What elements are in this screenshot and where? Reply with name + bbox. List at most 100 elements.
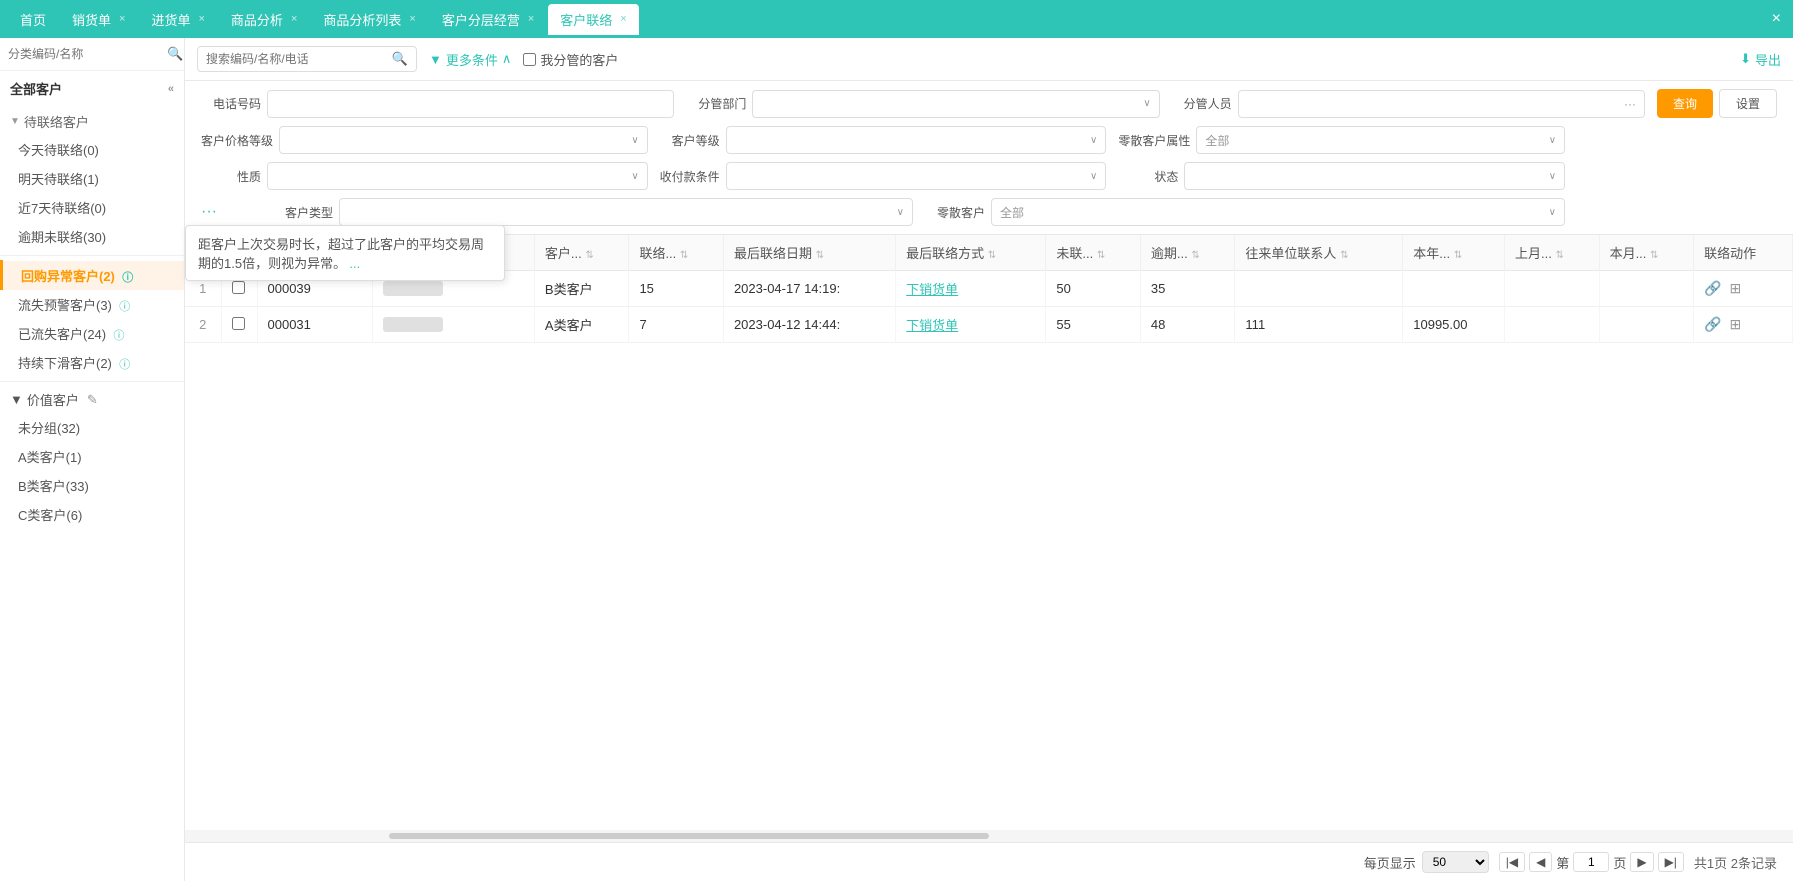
sidebar-item-declining[interactable]: 持续下滑客户(2) ⓘ [0,348,184,377]
sidebar-collapse-icon[interactable]: « [168,83,174,95]
info-icon-repurchase[interactable]: ⓘ [122,272,133,284]
h-scrollbar[interactable] [185,830,1793,842]
more-filter-btn[interactable]: ▼ 更多条件 ∧ [429,50,511,69]
filter-arrow-icon: ∧ [502,51,512,67]
sidebar-all-customers[interactable]: 全部客户 « [0,71,184,106]
search-icon[interactable]: 🔍 [392,51,408,67]
filter-payment-select[interactable]: ∨ [726,162,1107,190]
col-header-last-month[interactable]: 上月... ⇅ [1505,235,1600,271]
nav-goods-list[interactable]: 商品分析列表 × [311,4,427,35]
row2-uncontacted: 55 [1046,307,1141,343]
sidebar-group-value[interactable]: ▼ 价值客户 ✎ [0,386,184,413]
my-customer-checkbox[interactable] [523,53,536,66]
row1-select-checkbox[interactable] [232,281,245,294]
filter-nature-label: 性质 [201,168,261,185]
filter-person-select[interactable]: ··· [1238,90,1645,118]
filter-nature-select[interactable]: ∨ [267,162,648,190]
scatter-customer-arrow-icon: ∨ [1549,207,1556,218]
filter-status-select[interactable]: ∨ [1184,162,1565,190]
sidebar-item-tomorrow[interactable]: 明天待联络(1) [0,164,184,193]
filter-price-tier-select[interactable]: ∨ [279,126,648,154]
row1-this-month [1599,271,1694,307]
sidebar-item-today[interactable]: 今天待联络(0) [0,135,184,164]
sidebar-item-b-class[interactable]: B类客户(33) [0,471,184,500]
export-btn[interactable]: ⬇ 导出 [1740,50,1781,69]
row2-link-icon[interactable]: 🔗 [1704,316,1721,333]
search-bar: 🔍 ▼ 更多条件 ∧ 我分管的客户 ⬇ 导出 [185,38,1793,81]
sidebar-item-a-class[interactable]: A类客户(1) [0,442,184,471]
sidebar-item-churned[interactable]: 已流失客户(24) ⓘ [0,319,184,348]
sidebar-search-icon[interactable]: 🔍 [167,46,183,62]
nav-sales[interactable]: 销货单 × [60,4,137,35]
sidebar-item-repurchase[interactable]: 回购异常客户(2) ⓘ [3,261,184,290]
nav-purchase[interactable]: 进货单 × [139,4,216,35]
close-goods-analysis-icon[interactable]: × [291,13,297,25]
nav-goods-analysis[interactable]: 商品分析 × [219,4,309,35]
close-sales-icon[interactable]: × [119,13,125,25]
info-icon-churned[interactable]: ⓘ [113,330,124,342]
filter-scatter-attr-select[interactable]: 全部 ∨ [1196,126,1565,154]
row2-grid-icon[interactable]: ⊞ [1730,316,1742,333]
sidebar-group-pending[interactable]: ▼ 待联络客户 [0,106,184,135]
info-icon-churn-warning[interactable]: ⓘ [119,301,130,313]
row1-overdue: 35 [1140,271,1235,307]
col-header-last-date[interactable]: 最后联络日期 ⇅ [723,235,895,271]
sidebar-search-input[interactable] [8,47,163,61]
col-header-contact-count[interactable]: 联络... ⇅ [629,235,724,271]
sidebar-item-churn-warning[interactable]: 流失预警客户(3) ⓘ [0,290,184,319]
col-header-type[interactable]: 客户... ⇅ [534,235,629,271]
filter-customer-type-select[interactable]: ∨ [339,198,913,226]
nav-customer-contact[interactable]: 客户联络 × [548,4,638,35]
per-page-select[interactable]: 10 20 50 100 [1422,851,1489,873]
nav-customer-tier[interactable]: 客户分层经营 × [430,4,546,35]
col-header-this-year[interactable]: 本年... ⇅ [1403,235,1505,271]
nav-home[interactable]: 首页 [8,4,58,35]
row1-last-method[interactable]: 下销货单 [896,271,1046,307]
first-page-btn[interactable]: |◀ [1499,852,1525,872]
last-page-btn[interactable]: ▶| [1658,852,1684,872]
row2-overdue: 48 [1140,307,1235,343]
close-goods-list-icon[interactable]: × [409,13,415,25]
value-edit-icon[interactable]: ✎ [87,392,98,408]
window-close-icon[interactable]: × [1772,10,1781,28]
filter-customer-tier-select[interactable]: ∨ [726,126,1107,154]
col-header-uncontacted[interactable]: 未联... ⇅ [1046,235,1141,271]
total-records: 共1页 2条记录 [1694,853,1777,872]
filter-scatter-customer-select[interactable]: 全部 ∨ [991,198,1565,226]
filter-dept-select[interactable]: ∨ [752,90,1159,118]
col-header-overdue[interactable]: 逾期... ⇅ [1140,235,1235,271]
sidebar-item-ungrouped[interactable]: 未分组(32) [0,413,184,442]
col-header-contact-person[interactable]: 往来单位联系人 ⇅ [1235,235,1403,271]
row2-code: 000031 [257,307,372,343]
h-scrollbar-thumb[interactable] [389,833,989,839]
sidebar-item-c-class[interactable]: C类客户(6) [0,500,184,529]
row2-contact-count: 7 [629,307,724,343]
close-purchase-icon[interactable]: × [198,13,204,25]
tooltip-more[interactable]: ... [349,256,360,271]
sidebar-item-overdue[interactable]: 逾期未联络(30) [0,222,184,251]
col-header-this-month[interactable]: 本月... ⇅ [1599,235,1694,271]
row1-link-icon[interactable]: 🔗 [1704,280,1721,297]
sort-overdue-icon: ⇅ [1191,250,1199,261]
col-header-last-method[interactable]: 最后联络方式 ⇅ [896,235,1046,271]
info-icon-declining[interactable]: ⓘ [119,359,130,371]
row2-select-checkbox[interactable] [232,317,245,330]
sidebar-item-7days[interactable]: 近7天待联络(0) [0,193,184,222]
filter-phone: 电话号码 [201,90,674,118]
row2-last-method[interactable]: 下销货单 [896,307,1046,343]
row2-last-method-link[interactable]: 下销货单 [906,318,958,333]
row1-grid-icon[interactable]: ⊞ [1730,280,1742,297]
next-page-btn[interactable]: ▶ [1630,852,1653,872]
more-dots-icon[interactable]: ··· [201,203,217,221]
search-input[interactable] [206,52,386,66]
close-customer-tier-icon[interactable]: × [528,13,534,25]
close-customer-contact-icon[interactable]: × [620,13,626,25]
row2-this-year: 10995.00 [1403,307,1505,343]
prev-page-btn[interactable]: ◀ [1529,852,1552,872]
query-button[interactable]: 查询 [1657,89,1713,118]
filter-phone-input[interactable] [267,90,674,118]
page-input[interactable] [1573,852,1609,872]
my-customer-checkbox-wrap[interactable]: 我分管的客户 [523,50,618,69]
row1-last-method-link[interactable]: 下销货单 [906,282,958,297]
set-button[interactable]: 设置 [1719,89,1777,118]
